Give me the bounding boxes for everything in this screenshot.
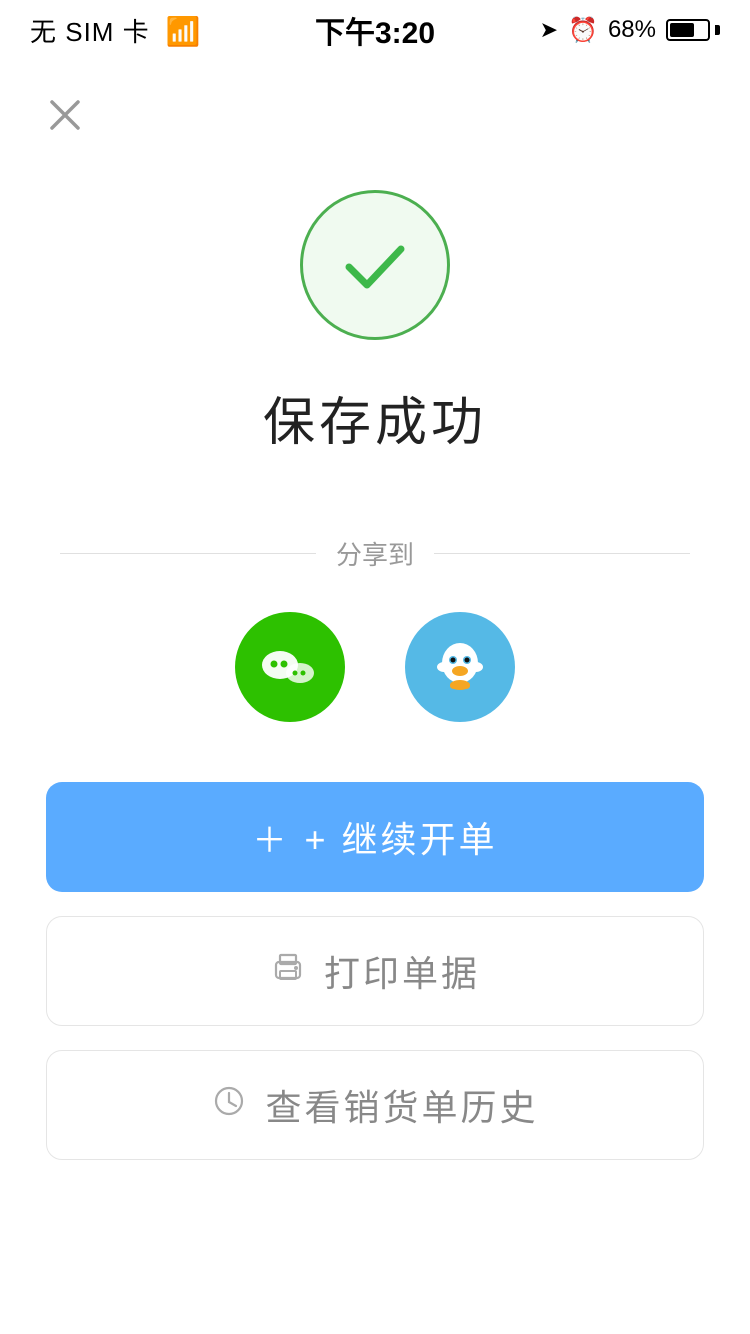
status-time: 下午3:20 (315, 8, 435, 52)
success-section: 保存成功 (0, 150, 750, 485)
wechat-icon (256, 633, 324, 701)
divider-right (434, 553, 690, 554)
wifi-icon: 📶 (166, 16, 202, 47)
qq-icon (426, 633, 494, 701)
status-left: 无 SIM 卡 📶 (30, 12, 202, 49)
battery-icon (666, 19, 720, 41)
status-bar: 无 SIM 卡 📶 下午3:20 ➤ ⏰ 68% (0, 0, 750, 60)
continue-button[interactable]: ＋ + 继续开单 (46, 782, 704, 892)
battery-percent: 68% (608, 16, 656, 44)
alarm-icon: ⏰ (568, 16, 598, 45)
share-qq-button[interactable] (405, 612, 515, 722)
divider-left (60, 553, 316, 554)
actions-section: ＋ + 继续开单 打印单据 查看销货单历史 (0, 782, 750, 1160)
success-title: 保存成功 (263, 380, 487, 455)
share-label: 分享到 (336, 535, 414, 572)
print-label: 打印单据 (324, 945, 480, 997)
close-button[interactable] (40, 90, 90, 140)
history-button[interactable]: 查看销货单历史 (46, 1050, 704, 1160)
print-button[interactable]: 打印单据 (46, 916, 704, 1026)
close-button-container (0, 60, 750, 150)
share-wechat-button[interactable] (235, 612, 345, 722)
checkmark-icon (335, 225, 415, 305)
clock-icon (211, 1083, 247, 1128)
no-sim-text: 无 SIM 卡 (30, 17, 150, 47)
status-right: ➤ ⏰ 68% (540, 16, 720, 45)
printer-icon (270, 949, 306, 994)
success-circle (300, 190, 450, 340)
share-divider: 分享到 (0, 535, 750, 572)
history-label: 查看销货单历史 (265, 1079, 538, 1131)
close-icon (47, 97, 83, 133)
location-icon: ➤ (540, 17, 558, 43)
share-section: 分享到 (0, 535, 750, 782)
share-icons (235, 612, 515, 722)
plus-icon: ＋ (252, 813, 286, 862)
continue-label: + 继续开单 (304, 811, 497, 863)
